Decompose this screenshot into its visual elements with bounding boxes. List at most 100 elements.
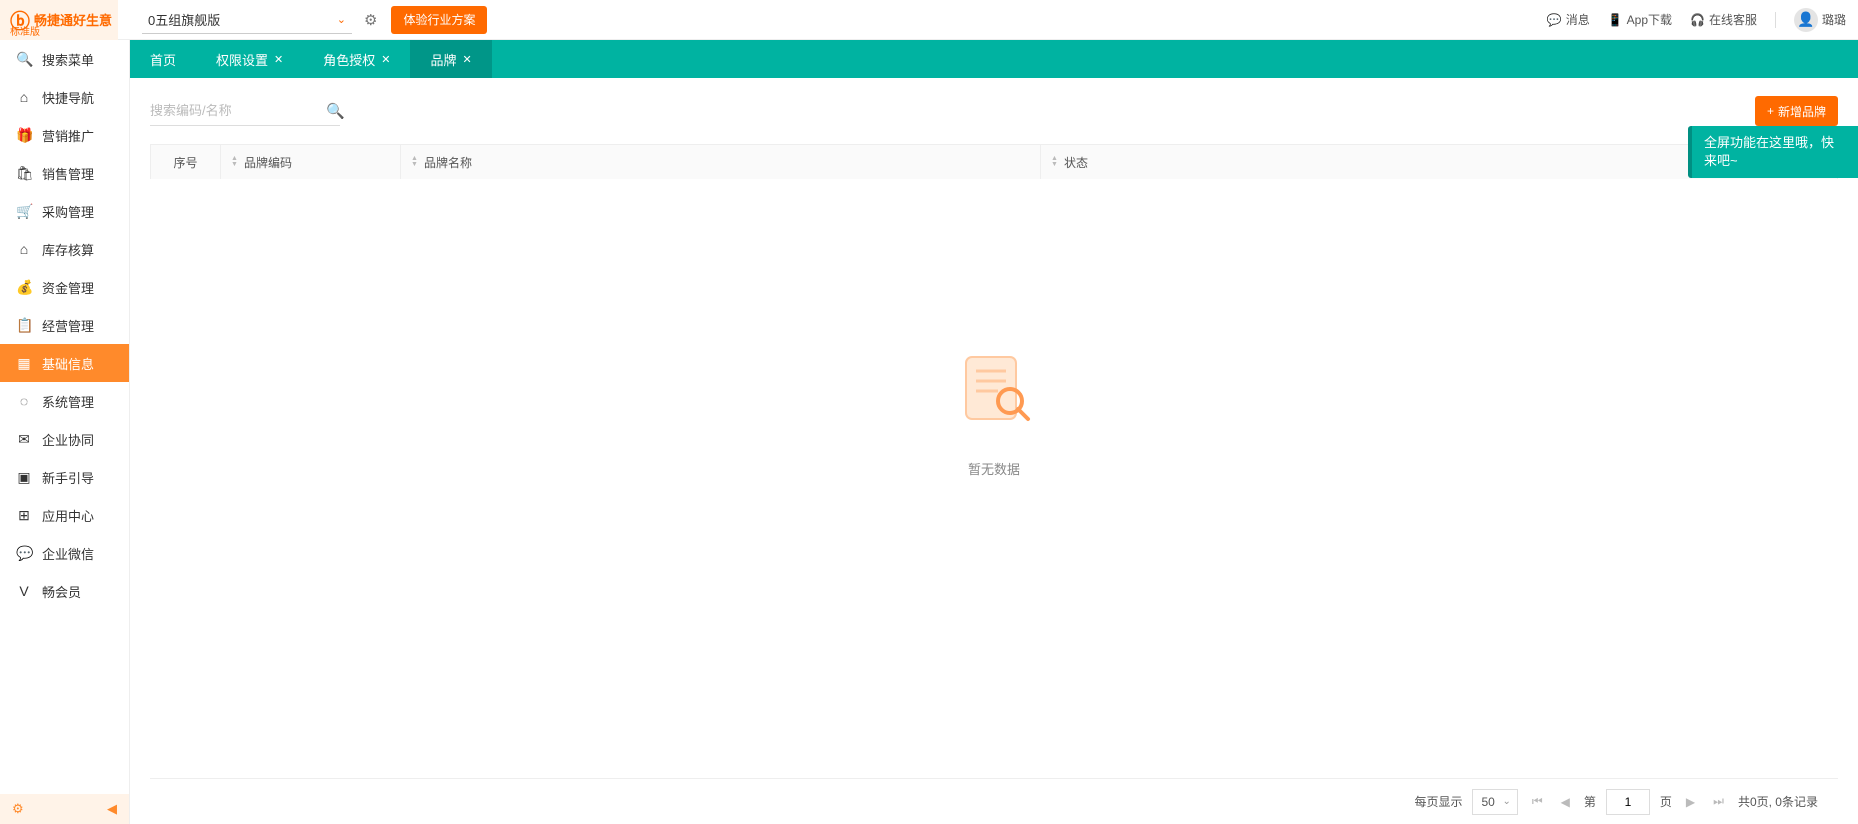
sidebar-item-member[interactable]: V 畅会员 — [0, 572, 129, 610]
col-name[interactable]: ▲▼ 品牌名称 — [401, 145, 1041, 179]
sidebar-item-label: 资金管理 — [42, 278, 94, 297]
sidebar-item-quicknav[interactable]: ⌂ 快捷导航 — [0, 78, 129, 116]
top-header: ⓑ 畅捷通好生意 标准版 0五组旗舰版 ⌄ ⚙ 体验行业方案 💬 消息 📱 Ap… — [0, 0, 1858, 40]
per-page-label: 每页显示 — [1414, 793, 1462, 810]
page-input[interactable] — [1606, 789, 1650, 815]
next-page-button[interactable]: ▶ — [1682, 795, 1699, 809]
col-seq[interactable]: 序号 — [151, 145, 221, 179]
content: 🔍 + 新增品牌 全屏功能在这里哦，快来吧~ 序号 ▲▼ 品牌编码 — [130, 78, 1858, 824]
tab-label: 权限设置 — [216, 50, 268, 69]
add-btn-label: 新增品牌 — [1778, 103, 1826, 120]
org-name: 0五组旗舰版 — [148, 10, 220, 29]
app-download-link[interactable]: 📱 App下载 — [1608, 11, 1672, 28]
sidebar-item-collab[interactable]: ✉ 企业协同 — [0, 420, 129, 458]
brand-table: 序号 ▲▼ 品牌编码 ▲▼ 品牌名称 ▲▼ 状态 — [150, 144, 1838, 179]
clipboard-icon: 📋 — [16, 317, 32, 334]
per-page-select[interactable]: 50 ⌄ — [1472, 789, 1517, 815]
money-icon: 💰 — [16, 279, 32, 296]
sidebar-item-label: 系统管理 — [42, 392, 94, 411]
last-page-button[interactable]: ⏭ — [1709, 794, 1728, 809]
page-suffix: 页 — [1660, 793, 1672, 810]
sidebar-item-guide[interactable]: ▣新手引导 — [0, 458, 129, 496]
table-header: 序号 ▲▼ 品牌编码 ▲▼ 品牌名称 ▲▼ 状态 — [151, 145, 1837, 179]
user-menu[interactable]: 👤 璐璐 — [1794, 8, 1846, 32]
sidebar-item-search[interactable]: 🔍 搜索菜单 — [0, 40, 129, 78]
messages-link[interactable]: 💬 消息 — [1547, 11, 1590, 28]
sidebar-item-inventory[interactable]: ⌂ 库存核算 — [0, 230, 129, 268]
mail-icon: ✉ — [16, 431, 32, 448]
main: 首页 权限设置 ✕ 角色授权 ✕ 品牌 ✕ 🔍 + — [130, 40, 1858, 824]
org-select[interactable]: 0五组旗舰版 ⌄ — [142, 6, 352, 34]
sort-icon[interactable]: ▲▼ — [1051, 156, 1058, 168]
sidebar-item-label: 企业协同 — [42, 430, 94, 449]
v-icon: V — [16, 583, 32, 599]
tab-label: 品牌 — [430, 50, 456, 69]
page-prefix: 第 — [1584, 793, 1596, 810]
search-field[interactable]: 🔍 — [150, 96, 340, 126]
col-code[interactable]: ▲▼ 品牌编码 — [221, 145, 401, 179]
header-right: 💬 消息 📱 App下载 🎧 在线客服 👤 璐璐 — [1547, 8, 1846, 32]
sidebar-item-purchase[interactable]: 🛒 采购管理 — [0, 192, 129, 230]
sort-icon[interactable]: ▲▼ — [231, 156, 238, 168]
sidebar-item-wecom[interactable]: 💬 企业微信 — [0, 534, 129, 572]
first-page-button[interactable]: ⏮ — [1528, 794, 1547, 809]
sort-icon[interactable]: ▲▼ — [411, 156, 418, 168]
avatar-icon: 👤 — [1794, 8, 1818, 32]
search-icon: 🔍 — [16, 51, 32, 68]
chat-icon: 💬 — [16, 545, 32, 562]
tab-permission[interactable]: 权限设置 ✕ — [196, 40, 303, 78]
sidebar-item-sales[interactable]: 🛍 销售管理 — [0, 154, 129, 192]
sidebar-item-basicinfo[interactable]: ▦基础信息 — [0, 344, 129, 382]
sidebar-item-label: 搜索菜单 — [42, 50, 94, 69]
gift-icon: 🎁 — [16, 127, 32, 144]
chevron-down-icon: ⌄ — [1502, 796, 1510, 807]
sidebar-footer: ⚙ ◀ — [0, 794, 129, 824]
search-icon[interactable]: 🔍 — [326, 102, 345, 120]
close-icon[interactable]: ✕ — [463, 53, 472, 66]
warehouse-icon: ⌂ — [16, 241, 32, 257]
empty-text: 暂无数据 — [968, 459, 1020, 478]
collapse-icon[interactable]: ◀ — [107, 801, 117, 817]
sidebar-item-operations[interactable]: 📋 经营管理 — [0, 306, 129, 344]
empty-state: 暂无数据 — [150, 179, 1838, 778]
settings-icon[interactable]: ⚙ — [12, 801, 24, 817]
prev-page-button[interactable]: ◀ — [1557, 795, 1574, 809]
page-summary: 共0页, 0条记录 — [1738, 793, 1818, 810]
cart-icon: 🛒 — [16, 203, 32, 220]
experience-button[interactable]: 体验行业方案 — [391, 6, 487, 34]
plus-icon: + — [1767, 104, 1774, 118]
home-icon: ⌂ — [16, 89, 32, 105]
sidebar-item-label: 采购管理 — [42, 202, 94, 221]
add-brand-button[interactable]: + 新增品牌 — [1755, 96, 1838, 126]
logo-area: ⓑ 畅捷通好生意 标准版 — [0, 0, 118, 40]
grid-icon: ▦ — [16, 355, 32, 372]
sidebar-item-label: 销售管理 — [42, 164, 94, 183]
close-icon[interactable]: ✕ — [274, 53, 283, 66]
sidebar-item-label: 库存核算 — [42, 240, 94, 259]
sidebar-item-label: 畅会员 — [42, 582, 81, 601]
bag-icon: 🛍 — [16, 165, 32, 182]
logo-subtext: 标准版 — [10, 23, 40, 38]
tab-brand[interactable]: 品牌 ✕ — [410, 40, 491, 78]
sidebar-item-system[interactable]: ◌系统管理 — [0, 382, 129, 420]
chevron-down-icon: ⌄ — [337, 13, 346, 26]
close-icon[interactable]: ✕ — [381, 53, 390, 66]
sidebar-item-label: 应用中心 — [42, 506, 94, 525]
sidebar-item-funds[interactable]: 💰 资金管理 — [0, 268, 129, 306]
gear-icon[interactable]: ⚙ — [364, 11, 377, 29]
sidebar-item-appcenter[interactable]: ⊞应用中心 — [0, 496, 129, 534]
tab-label: 首页 — [150, 50, 176, 69]
sidebar-item-label: 经营管理 — [42, 316, 94, 335]
search-input[interactable] — [150, 103, 326, 118]
sidebar-item-label: 企业微信 — [42, 544, 94, 563]
sidebar-item-marketing[interactable]: 🎁营销推广 — [0, 116, 129, 154]
tab-home[interactable]: 首页 — [130, 40, 196, 78]
fullscreen-tip[interactable]: 全屏功能在这里哦，快来吧~ — [1688, 126, 1858, 178]
logo-text: 畅捷通好生意 — [34, 10, 112, 29]
sidebar: 🔍 搜索菜单 ⌂ 快捷导航 🎁营销推广 🛍 销售管理 🛒 采购管理 ⌂ 库存核算 💰 资金管… — [0, 40, 130, 824]
tab-roleauth[interactable]: 角色授权 ✕ — [303, 40, 410, 78]
sidebar-item-label: 快捷导航 — [42, 88, 94, 107]
tabs: 首页 权限设置 ✕ 角色授权 ✕ 品牌 ✕ — [130, 40, 1858, 78]
online-service-link[interactable]: 🎧 在线客服 — [1690, 11, 1757, 28]
sidebar-item-label: 新手引导 — [42, 468, 94, 487]
